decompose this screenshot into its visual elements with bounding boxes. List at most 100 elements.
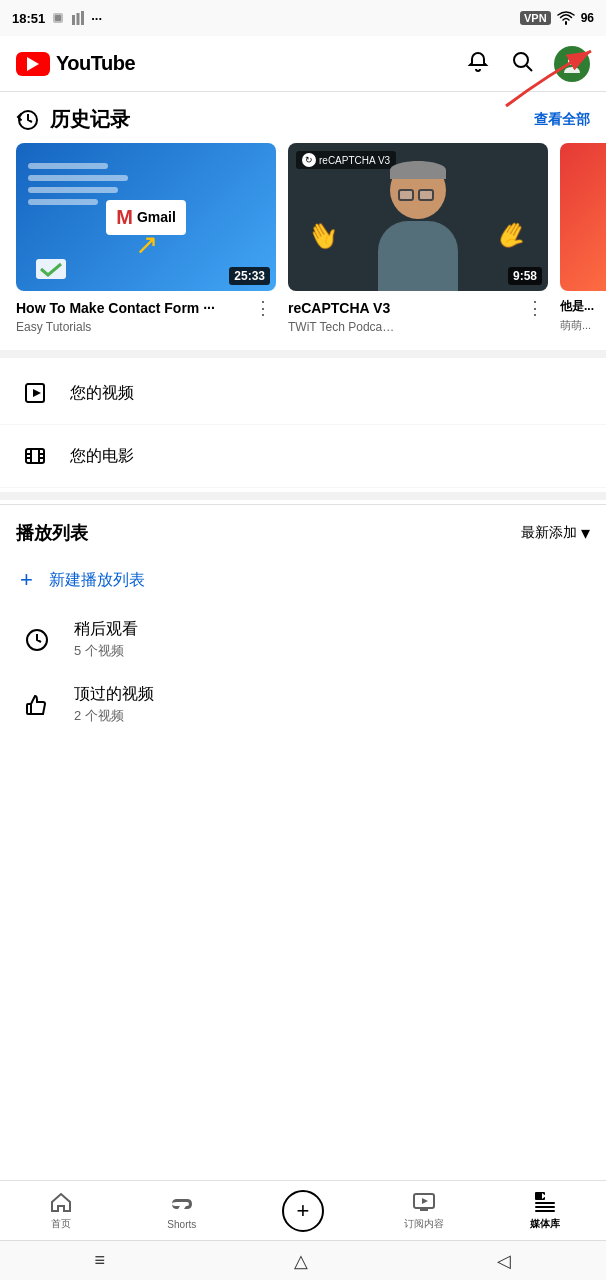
notification-bell-icon[interactable] xyxy=(466,49,490,79)
system-navigation-bar: ≡ △ ◁ xyxy=(0,1240,606,1280)
system-menu-button[interactable]: ≡ xyxy=(95,1250,106,1271)
svg-rect-30 xyxy=(535,1210,555,1212)
header-actions xyxy=(466,46,590,82)
svg-rect-1 xyxy=(55,15,61,21)
your-movies-label: 您的电影 xyxy=(70,446,134,467)
your-movies-menu-item[interactable]: 您的电影 xyxy=(0,425,606,488)
nav-create[interactable]: + xyxy=(242,1190,363,1232)
video-info-3: 他是... 萌萌... xyxy=(560,291,606,333)
system-back-button[interactable]: ◁ xyxy=(497,1250,511,1272)
svg-marker-12 xyxy=(33,389,41,397)
bottom-spacer xyxy=(0,737,606,847)
chevron-down-icon: ▾ xyxy=(581,522,590,544)
battery-level: 96 xyxy=(581,11,594,25)
watch-later-count: 5 个视频 xyxy=(74,642,586,660)
divider-2 xyxy=(0,492,606,500)
video-channel-3: 萌萌... xyxy=(560,318,606,333)
history-icon xyxy=(16,108,40,132)
subscriptions-icon xyxy=(412,1190,436,1214)
watch-later-meta: 稍后观看 5 个视频 xyxy=(74,619,586,660)
video-info-2: reCAPTCHA V3 TWiT Tech Podca… ⋮ xyxy=(288,291,548,334)
shorts-icon xyxy=(170,1192,194,1216)
plus-icon-nav: + xyxy=(297,1198,310,1224)
watch-later-name: 稍后观看 xyxy=(74,619,586,640)
captcha-icon: ↻ xyxy=(302,153,316,167)
system-home-button[interactable]: △ xyxy=(294,1250,308,1272)
video-card-1[interactable]: M Gmail ↗ 25:33 How To Make Contact Form… xyxy=(16,143,276,334)
playlist-title: 播放列表 xyxy=(16,521,88,545)
search-icon[interactable] xyxy=(510,49,534,79)
subscriptions-nav-label: 订阅内容 xyxy=(404,1217,444,1231)
vpn-label: VPN xyxy=(520,11,551,25)
nav-shorts[interactable]: Shorts xyxy=(121,1192,242,1230)
status-time: 18:51 xyxy=(12,11,45,26)
liked-videos-name: 顶过的视频 xyxy=(74,684,586,705)
captcha-badge: ↻ reCAPTCHA V3 xyxy=(296,151,396,169)
status-bar: 18:51 ··· VPN 96 xyxy=(0,0,606,36)
avatar-icon xyxy=(561,53,583,75)
playlist-sort-button[interactable]: 最新添加 ▾ xyxy=(521,522,590,544)
notification-icon xyxy=(51,11,65,25)
video-title-3: 他是... xyxy=(560,299,606,315)
video-more-button-1[interactable]: ⋮ xyxy=(250,299,276,317)
video-meta-1: How To Make Contact Form ··· Easy Tutori… xyxy=(16,299,250,334)
divider-1 xyxy=(0,350,606,358)
video-meta-3: 他是... 萌萌... xyxy=(560,299,606,333)
watch-later-playlist-item[interactable]: 稍后观看 5 个视频 xyxy=(0,607,606,672)
liked-videos-count: 2 个视频 xyxy=(74,707,586,725)
video-card-3[interactable]: 他是... 萌萌... xyxy=(560,143,606,334)
video-card-2[interactable]: ✋ ✋ ↻ reCAPTCHA V3 9:58 reCAPTCHA V3 TWi… xyxy=(288,143,548,334)
library-nav-label: 媒体库 xyxy=(530,1217,560,1231)
home-nav-label: 首页 xyxy=(51,1217,71,1231)
user-avatar[interactable] xyxy=(554,46,590,82)
svg-rect-28 xyxy=(535,1202,555,1204)
nav-subscriptions[interactable]: 订阅内容 xyxy=(364,1190,485,1231)
history-section-header: 历史记录 查看全部 xyxy=(0,92,606,143)
shorts-nav-label: Shorts xyxy=(167,1219,196,1230)
video-meta-2: reCAPTCHA V3 TWiT Tech Podca… xyxy=(288,299,522,334)
nav-home[interactable]: 首页 xyxy=(0,1190,121,1231)
library-icon xyxy=(533,1190,557,1214)
svg-rect-13 xyxy=(26,449,44,463)
raised-hand-2: ✋ xyxy=(302,214,345,257)
svg-point-5 xyxy=(514,53,528,67)
watch-later-icon xyxy=(20,623,54,657)
movies-icon xyxy=(20,441,50,471)
history-title: 历史记录 xyxy=(50,106,130,133)
video-more-button-2[interactable]: ⋮ xyxy=(522,299,548,317)
liked-videos-playlist-item[interactable]: 顶过的视频 2 个视频 xyxy=(0,672,606,737)
video-scroll-container: M Gmail ↗ 25:33 How To Make Contact Form… xyxy=(0,143,606,346)
svg-rect-29 xyxy=(535,1206,555,1208)
view-all-button[interactable]: 查看全部 xyxy=(534,111,590,129)
svg-rect-3 xyxy=(77,13,80,25)
new-playlist-label: 新建播放列表 xyxy=(49,570,145,591)
nav-library[interactable]: 媒体库 xyxy=(485,1190,606,1231)
duration-badge-2: 9:58 xyxy=(508,267,542,285)
status-right: VPN 96 xyxy=(520,11,594,25)
form-lines-decoration xyxy=(28,163,128,205)
duration-badge-1: 25:33 xyxy=(229,267,270,285)
bottom-navigation: 首页 Shorts + 订阅内容 媒体库 xyxy=(0,1180,606,1240)
raised-hand: ✋ xyxy=(490,214,533,257)
home-icon xyxy=(49,1190,73,1214)
thumb-arrow-decoration: ↗ xyxy=(135,228,158,261)
status-dots: ··· xyxy=(91,11,102,26)
thumbs-up-icon xyxy=(20,688,54,722)
youtube-logo-icon xyxy=(16,52,50,76)
your-videos-menu-item[interactable]: 您的视频 xyxy=(0,362,606,425)
logo-text: YouTube xyxy=(56,52,135,75)
create-button[interactable]: + xyxy=(282,1190,324,1232)
video-title-1: How To Make Contact Form ··· xyxy=(16,299,250,317)
video-thumbnail-3 xyxy=(560,143,606,291)
person-head xyxy=(390,161,446,219)
your-videos-label: 您的视频 xyxy=(70,383,134,404)
app-header: YouTube xyxy=(0,36,606,92)
new-playlist-button[interactable]: + 新建播放列表 xyxy=(0,553,606,607)
svg-rect-21 xyxy=(27,704,31,714)
svg-rect-10 xyxy=(36,259,66,279)
svg-line-6 xyxy=(527,65,533,71)
plus-icon: + xyxy=(20,567,33,593)
wifi-icon xyxy=(557,11,575,25)
youtube-logo: YouTube xyxy=(16,52,135,76)
thumb-bg-red xyxy=(560,143,606,291)
